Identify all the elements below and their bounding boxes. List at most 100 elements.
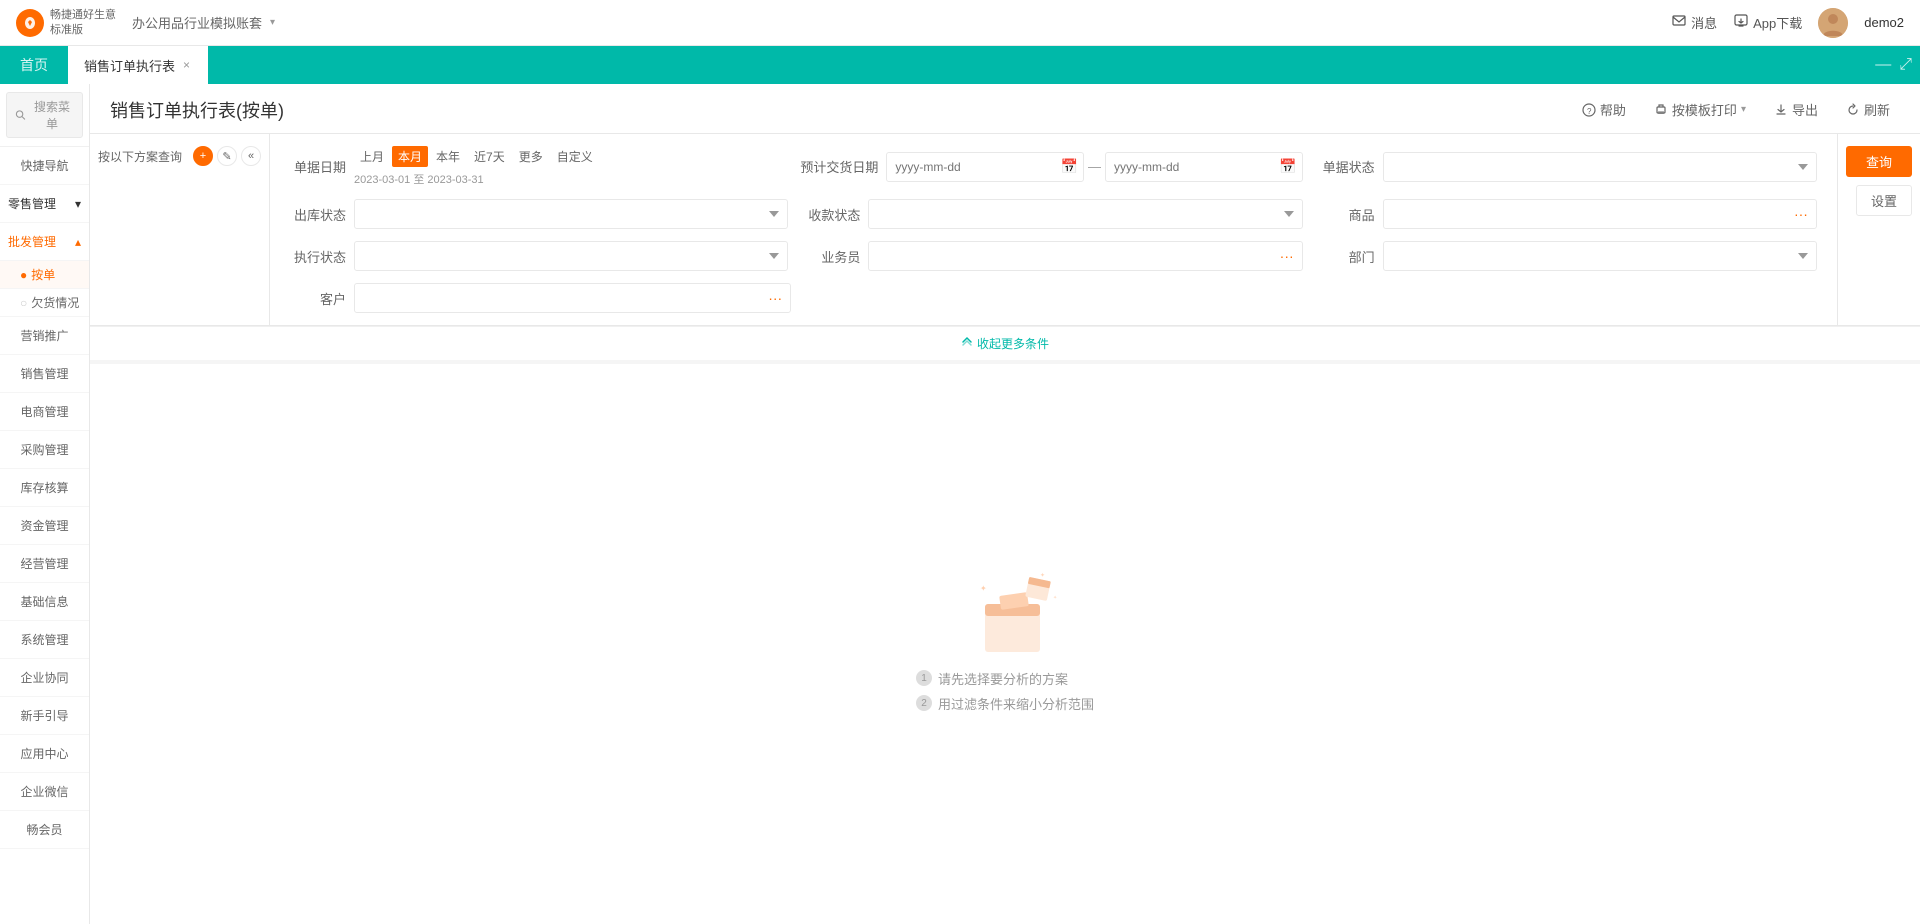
shortcut-more[interactable]: 更多 xyxy=(513,146,549,167)
sidebar-item-system[interactable]: 系统管理 xyxy=(0,621,89,659)
shortcut-last-month[interactable]: 上月 xyxy=(354,146,390,167)
shortcut-this-month[interactable]: 本月 xyxy=(392,146,428,167)
empty-tips: 1 请先选择要分析的方案 2 用过滤条件来缩小分析范围 xyxy=(916,669,1094,719)
filter-row-4: 客户 ··· xyxy=(286,283,1817,313)
refresh-btn[interactable]: 刷新 xyxy=(1836,96,1900,123)
sidebar-item-marketing[interactable]: 营销推广 xyxy=(0,317,89,355)
sidebar-item-basic-info[interactable]: 基础信息 xyxy=(0,583,89,621)
tab-expand-btn[interactable]: ⤢ xyxy=(1899,56,1912,74)
export-btn[interactable]: 导出 xyxy=(1764,96,1828,123)
shortcut-this-year[interactable]: 本年 xyxy=(430,146,466,167)
filter-panel: 按以下方案查询 + ✎ « 单据日期 xyxy=(90,134,1920,326)
filter-receive-status-field: 收款状态 xyxy=(800,199,1302,229)
collapse-more-label: 收起更多条件 xyxy=(977,335,1049,352)
sidebar-item-retail[interactable]: 零售管理 ▾ xyxy=(0,185,89,223)
tab-active[interactable]: 销售订单执行表 × xyxy=(68,46,208,84)
sidebar-item-guide[interactable]: 新手引导 xyxy=(0,697,89,735)
user-avatar[interactable] xyxy=(1818,8,1848,38)
sidebar-item-inventory[interactable]: 库存核算 xyxy=(0,469,89,507)
sidebar-section-wholesale: 批发管理 ▴ ● 按单 ○ 欠货情况 xyxy=(0,223,89,317)
message-label: 消息 xyxy=(1691,13,1717,32)
doc-status-select[interactable] xyxy=(1383,152,1817,182)
collapse-more-btn[interactable]: 收起更多条件 xyxy=(90,326,1920,360)
filter-left: 按以下方案查询 + ✎ « xyxy=(90,134,270,325)
date-separator: — xyxy=(1088,159,1101,174)
salesperson-input[interactable] xyxy=(873,242,1275,270)
sidebar-item-operations[interactable]: 经营管理 xyxy=(0,545,89,583)
expected-date-start-wrap: 📅 xyxy=(886,152,1084,182)
sidebar-item-quick-nav[interactable]: 快捷导航 xyxy=(0,147,89,185)
receive-status-select[interactable] xyxy=(868,199,1302,229)
help-btn[interactable]: ? 帮助 xyxy=(1572,96,1636,123)
message-btn[interactable]: 消息 xyxy=(1671,13,1717,32)
product-input[interactable] xyxy=(1388,200,1790,228)
sidebar-sub-press-order[interactable]: ● 按单 xyxy=(0,261,89,289)
sidebar-item-enterprise-wechat[interactable]: 企业微信 xyxy=(0,773,89,811)
tab-minimize-btn[interactable]: — xyxy=(1875,56,1891,74)
query-btn[interactable]: 查询 xyxy=(1846,146,1912,177)
main-layout: 搜索菜单 快捷导航 零售管理 ▾ 批发管理 ▴ ● 按单 ○ 欠货情况 xyxy=(0,84,1920,924)
app-title-dropdown[interactable]: ▾ xyxy=(270,17,275,28)
out-status-label: 出库状态 xyxy=(286,205,346,224)
collapse-scheme-btn[interactable]: « xyxy=(241,146,261,166)
sidebar-item-cooperation[interactable]: 企业协同 xyxy=(0,659,89,697)
top-navbar: 畅捷通好生意 标准版 办公用品行业模拟账套 ▾ 消息 xyxy=(0,0,1920,46)
filter-doc-status-field: 单据状态 xyxy=(1315,152,1817,182)
product-picker-btn[interactable]: ··· xyxy=(1790,206,1812,222)
tip-num-2: 2 xyxy=(916,695,932,711)
page-header: 销售订单执行表(按单) ? 帮助 按模板打印 ▾ xyxy=(90,84,1920,134)
top-nav-right: 消息 App下载 demo2 xyxy=(1671,8,1904,38)
filter-scheme-title: 按以下方案查询 xyxy=(98,148,182,165)
salesperson-picker-btn[interactable]: ··· xyxy=(1276,248,1298,264)
empty-state: ✦ ✦ ✦ 1 请先选择要分析的方案 2 用过滤条件来缩小分析范围 xyxy=(90,364,1920,924)
empty-tip-2: 2 用过滤条件来缩小分析范围 xyxy=(916,694,1094,713)
shortcut-7days[interactable]: 近7天 xyxy=(468,146,511,167)
date-label: 单据日期 xyxy=(286,157,346,176)
user-name[interactable]: demo2 xyxy=(1864,15,1904,30)
collapse-icon xyxy=(961,335,973,347)
filter-exec-status-field: 执行状态 xyxy=(286,241,788,271)
filter-row-2: 出库状态 收款状态 商品 xyxy=(286,199,1817,229)
out-status-select[interactable] xyxy=(354,199,788,229)
print-icon xyxy=(1654,103,1668,117)
print-btn[interactable]: 按模板打印 ▾ xyxy=(1644,96,1756,123)
customer-input[interactable] xyxy=(359,284,764,312)
add-scheme-btn[interactable]: + xyxy=(193,146,213,166)
sidebar-item-app-center[interactable]: 应用中心 xyxy=(0,735,89,773)
customer-picker-btn[interactable]: ··· xyxy=(764,290,786,306)
shortcut-custom[interactable]: 自定义 xyxy=(551,146,599,167)
filter-out-status-field: 出库状态 xyxy=(286,199,788,229)
sidebar-item-ecommerce[interactable]: 电商管理 xyxy=(0,393,89,431)
svg-text:?: ? xyxy=(1587,107,1592,116)
tip-text-1: 请先选择要分析的方案 xyxy=(938,669,1068,688)
tab-close-btn[interactable]: × xyxy=(181,56,192,74)
sidebar-item-vip[interactable]: 畅会员 xyxy=(0,811,89,849)
app-title: 办公用品行业模拟账套 xyxy=(132,13,262,32)
sidebar-sub-debt[interactable]: ○ 欠货情况 xyxy=(0,289,89,317)
filter-scheme-header: 按以下方案查询 + ✎ « xyxy=(98,146,261,166)
tab-home[interactable]: 首页 xyxy=(0,46,68,84)
doc-status-label: 单据状态 xyxy=(1315,157,1375,176)
page-title: 销售订单执行表(按单) xyxy=(110,97,284,123)
logo-text: 畅捷通好生意 标准版 xyxy=(50,8,116,37)
salesperson-label: 业务员 xyxy=(800,247,860,266)
dept-select[interactable] xyxy=(1383,241,1817,271)
expected-date-start[interactable] xyxy=(886,152,1084,182)
sidebar-item-sales[interactable]: 销售管理 xyxy=(0,355,89,393)
edit-scheme-btn[interactable]: ✎ xyxy=(217,146,237,166)
exec-status-select[interactable] xyxy=(354,241,788,271)
sidebar-search-area: 搜索菜单 xyxy=(0,84,89,147)
debt-icon: ○ xyxy=(20,296,27,310)
content-area: 销售订单执行表(按单) ? 帮助 按模板打印 ▾ xyxy=(90,84,1920,924)
tab-active-label: 销售订单执行表 xyxy=(84,56,175,75)
app-download-btn[interactable]: App下载 xyxy=(1733,13,1802,32)
sidebar-item-finance[interactable]: 资金管理 xyxy=(0,507,89,545)
sidebar-item-wholesale[interactable]: 批发管理 ▴ xyxy=(0,223,89,261)
product-label: 商品 xyxy=(1315,205,1375,224)
sidebar-item-purchase[interactable]: 采购管理 xyxy=(0,431,89,469)
receive-status-label: 收款状态 xyxy=(800,205,860,224)
settings-btn[interactable]: 设置 xyxy=(1856,185,1912,216)
sidebar-search-btn[interactable]: 搜索菜单 xyxy=(6,92,83,138)
retail-arrow-icon: ▾ xyxy=(75,197,81,211)
expected-date-end[interactable] xyxy=(1105,152,1303,182)
